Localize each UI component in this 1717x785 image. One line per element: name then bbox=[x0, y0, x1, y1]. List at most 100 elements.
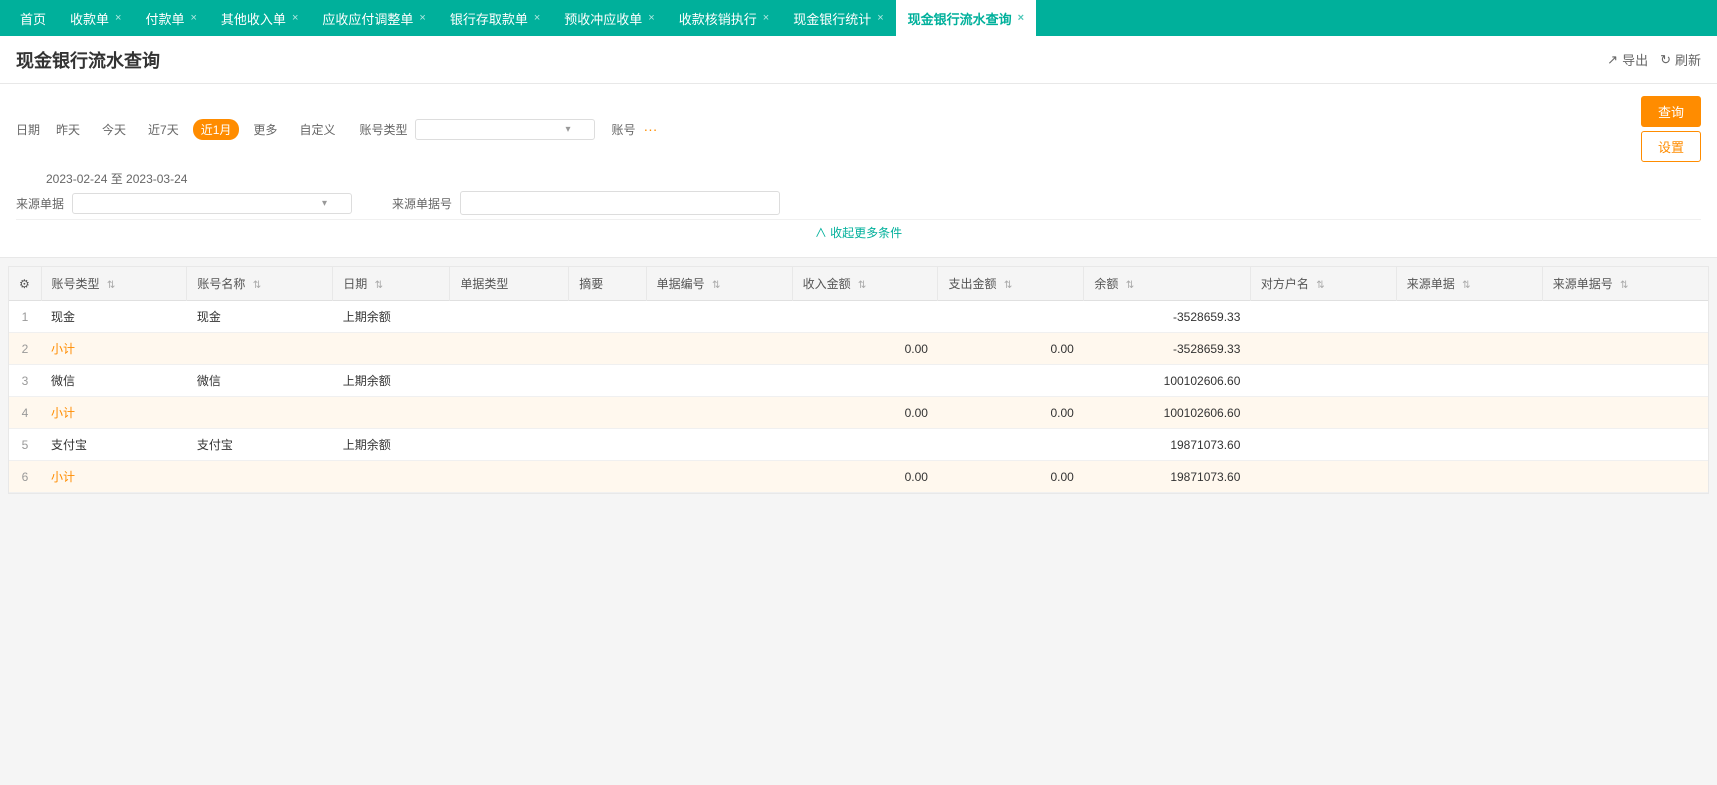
account-type-group: 账号类型 ▾ bbox=[359, 119, 595, 140]
cell-date: 上期余额 bbox=[333, 365, 450, 397]
row-number: 6 bbox=[9, 461, 41, 493]
close-icon[interactable]: × bbox=[1018, 12, 1024, 24]
export-button[interactable]: ↗ 导出 bbox=[1607, 50, 1648, 69]
col-date[interactable]: 日期 ⇅ bbox=[333, 267, 450, 301]
cell-source-doc bbox=[1396, 461, 1542, 493]
cell-counterpart bbox=[1250, 397, 1396, 429]
date-opt-custom[interactable]: 自定义 bbox=[291, 119, 343, 140]
nav-collection-exec[interactable]: 收款核销执行 × bbox=[667, 0, 781, 36]
collapse-bar[interactable]: ∧ 收起更多条件 bbox=[16, 219, 1701, 245]
source-doc-select[interactable]: ▾ bbox=[72, 193, 352, 214]
cell-doc-no bbox=[646, 301, 792, 333]
cell-source-doc-no bbox=[1542, 397, 1708, 429]
close-icon[interactable]: × bbox=[763, 12, 769, 24]
close-icon[interactable]: × bbox=[648, 12, 654, 24]
refresh-button[interactable]: ↻ 刷新 bbox=[1660, 50, 1701, 69]
cell-date bbox=[333, 333, 450, 365]
sort-icon: ⇅ bbox=[1316, 280, 1324, 291]
nav-receipt[interactable]: 收款单 × bbox=[58, 0, 133, 36]
page-title: 现金银行流水查询 bbox=[16, 47, 160, 73]
col-source-doc-no[interactable]: 来源单据号 ⇅ bbox=[1542, 267, 1708, 301]
cell-source-doc bbox=[1396, 365, 1542, 397]
cell-source-doc-no bbox=[1542, 461, 1708, 493]
nav-bank-deposit[interactable]: 银行存取款单 × bbox=[438, 0, 552, 36]
cell-doc-no bbox=[646, 333, 792, 365]
refresh-icon: ↻ bbox=[1660, 52, 1671, 68]
cell-expense: 0.00 bbox=[938, 333, 1084, 365]
cell-doc-type bbox=[450, 429, 569, 461]
cell-summary bbox=[569, 365, 646, 397]
cell-doc-no bbox=[646, 365, 792, 397]
col-source-doc[interactable]: 来源单据 ⇅ bbox=[1396, 267, 1542, 301]
cell-account-name: 微信 bbox=[187, 365, 333, 397]
nav-prepay-offset[interactable]: 预收冲应收单 × bbox=[552, 0, 666, 36]
cell-summary bbox=[569, 333, 646, 365]
cell-income bbox=[792, 301, 938, 333]
col-settings[interactable]: ⚙ bbox=[9, 267, 41, 301]
col-income[interactable]: 收入金额 ⇅ bbox=[792, 267, 938, 301]
table-row: 1现金现金上期余额-3528659.33 bbox=[9, 301, 1708, 333]
close-icon[interactable]: × bbox=[419, 12, 425, 24]
cell-summary bbox=[569, 429, 646, 461]
col-account-type[interactable]: 账号类型 ⇅ bbox=[41, 267, 187, 301]
cell-expense: 0.00 bbox=[938, 461, 1084, 493]
close-icon[interactable]: × bbox=[115, 12, 121, 24]
cell-doc-no bbox=[646, 397, 792, 429]
date-filter-group: 日期 昨天 今天 近7天 近1月 更多 自定义 bbox=[16, 119, 343, 140]
export-icon: ↗ bbox=[1607, 52, 1618, 68]
account-ellipsis-btn[interactable]: ··· bbox=[643, 121, 657, 137]
date-opt-1month[interactable]: 近1月 bbox=[193, 119, 240, 140]
nav-adjustment[interactable]: 应收应付调整单 × bbox=[310, 0, 437, 36]
nav-other-income[interactable]: 其他收入单 × bbox=[209, 0, 310, 36]
close-icon[interactable]: × bbox=[534, 12, 540, 24]
sort-icon: ⇅ bbox=[375, 280, 383, 291]
nav-payment[interactable]: 付款单 × bbox=[133, 0, 208, 36]
col-summary[interactable]: 摘要 bbox=[569, 267, 646, 301]
cell-source-doc bbox=[1396, 333, 1542, 365]
cell-balance: 19871073.60 bbox=[1084, 461, 1251, 493]
cell-account-name bbox=[187, 333, 333, 365]
cell-counterpart bbox=[1250, 333, 1396, 365]
col-account-name[interactable]: 账号名称 ⇅ bbox=[187, 267, 333, 301]
cell-income: 0.00 bbox=[792, 333, 938, 365]
cell-doc-type bbox=[450, 461, 569, 493]
date-opt-more[interactable]: 更多 bbox=[245, 119, 285, 140]
filter-row-1: 日期 昨天 今天 近7天 近1月 更多 自定义 账号类型 ▾ 账号 ··· 查询… bbox=[16, 96, 1701, 162]
cell-source-doc bbox=[1396, 397, 1542, 429]
nav-home[interactable]: 首页 bbox=[8, 0, 58, 36]
close-icon[interactable]: × bbox=[190, 12, 196, 24]
cell-income: 0.00 bbox=[792, 461, 938, 493]
table-row: 6小计0.000.0019871073.60 bbox=[9, 461, 1708, 493]
col-doc-no[interactable]: 单据编号 ⇅ bbox=[646, 267, 792, 301]
cell-doc-type bbox=[450, 397, 569, 429]
cell-date bbox=[333, 397, 450, 429]
date-opt-7days[interactable]: 近7天 bbox=[140, 119, 187, 140]
col-counterpart[interactable]: 对方户名 ⇅ bbox=[1250, 267, 1396, 301]
col-balance[interactable]: 余额 ⇅ bbox=[1084, 267, 1251, 301]
col-doc-type[interactable]: 单据类型 bbox=[450, 267, 569, 301]
cell-expense: 0.00 bbox=[938, 397, 1084, 429]
nav-cash-flow[interactable]: 现金银行流水查询 × bbox=[896, 0, 1036, 36]
cell-expense bbox=[938, 301, 1084, 333]
query-button[interactable]: 查询 bbox=[1641, 96, 1701, 127]
cell-source-doc bbox=[1396, 301, 1542, 333]
filter-area: 日期 昨天 今天 近7天 近1月 更多 自定义 账号类型 ▾ 账号 ··· 查询… bbox=[0, 84, 1717, 258]
cell-counterpart bbox=[1250, 429, 1396, 461]
cell-doc-type bbox=[450, 301, 569, 333]
filter-row-date-range: 2023-02-24 至 2023-03-24 bbox=[16, 170, 1701, 187]
account-type-select[interactable]: ▾ bbox=[415, 119, 595, 140]
close-icon[interactable]: × bbox=[292, 12, 298, 24]
cell-income: 0.00 bbox=[792, 397, 938, 429]
cell-account-type: 小计 bbox=[41, 333, 187, 365]
setting-button[interactable]: 设置 bbox=[1641, 131, 1701, 162]
cell-account-name bbox=[187, 461, 333, 493]
row-number: 4 bbox=[9, 397, 41, 429]
cell-account-type: 小计 bbox=[41, 461, 187, 493]
nav-cash-stats[interactable]: 现金银行统计 × bbox=[781, 0, 895, 36]
table-header-row: ⚙ 账号类型 ⇅ 账号名称 ⇅ 日期 ⇅ 单据类型 摘要 bbox=[9, 267, 1708, 301]
date-opt-yesterday[interactable]: 昨天 bbox=[48, 119, 88, 140]
close-icon[interactable]: × bbox=[877, 12, 883, 24]
col-expense[interactable]: 支出金额 ⇅ bbox=[938, 267, 1084, 301]
date-opt-today[interactable]: 今天 bbox=[94, 119, 134, 140]
source-doc-no-input[interactable] bbox=[460, 191, 780, 215]
